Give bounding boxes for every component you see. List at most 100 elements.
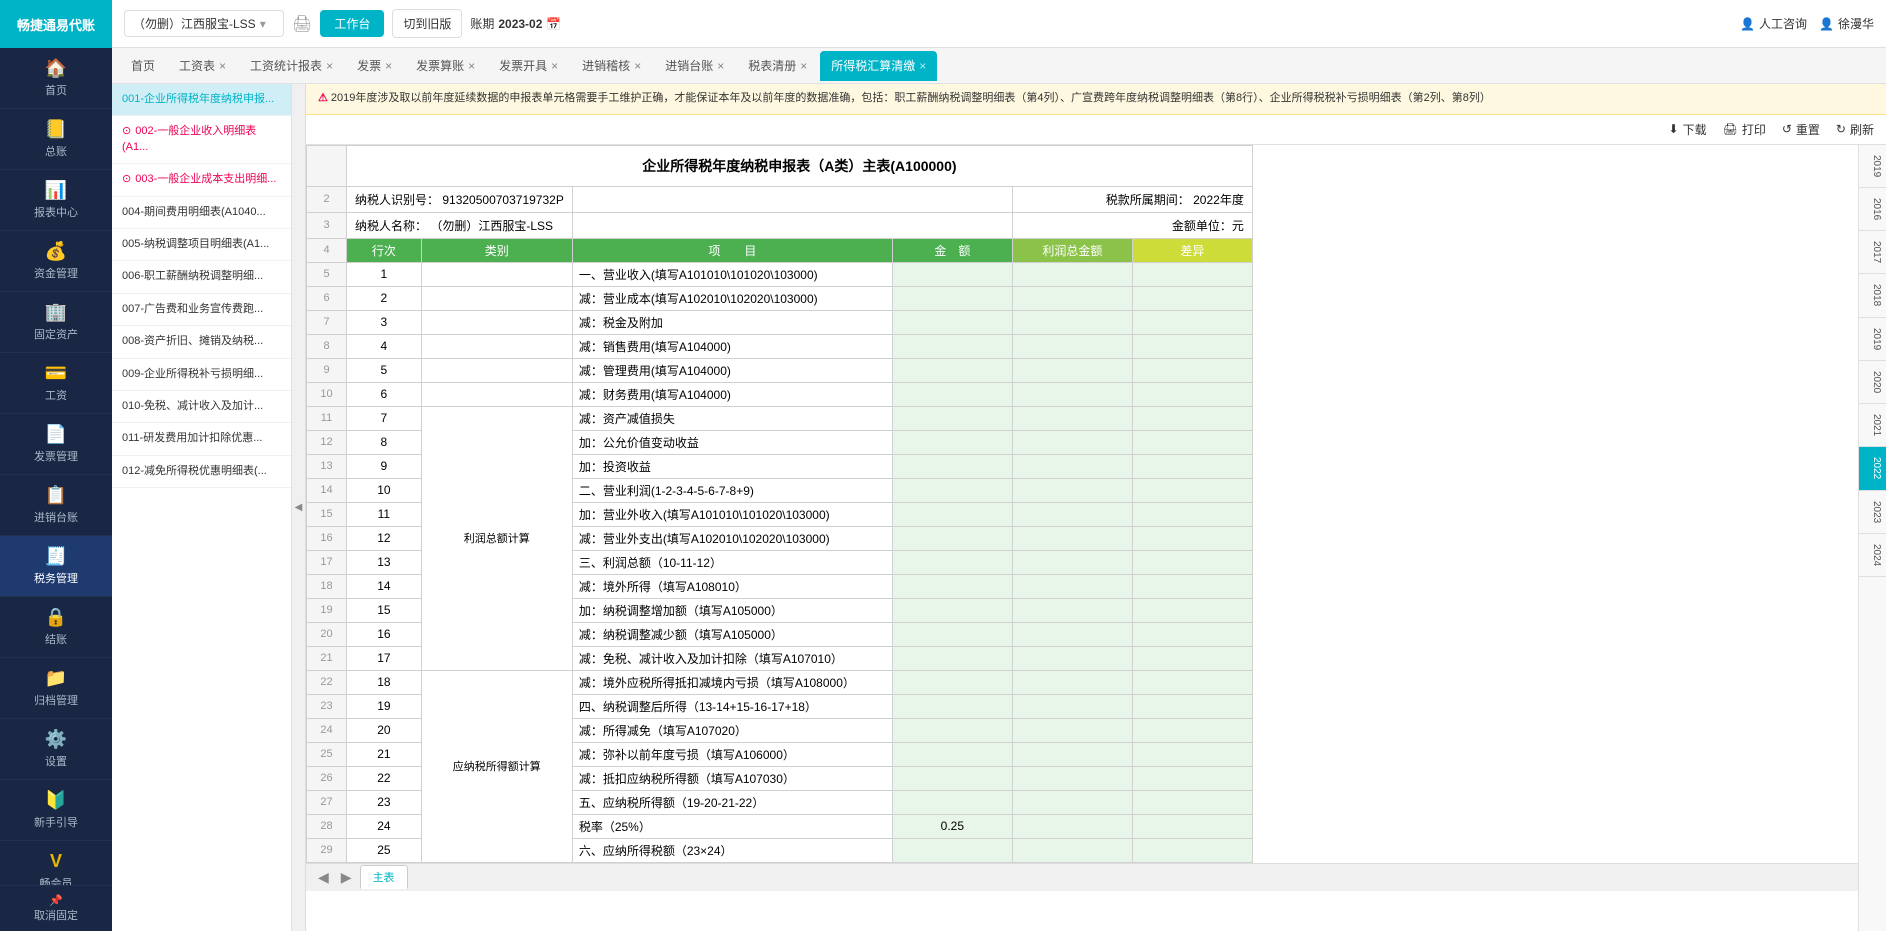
sheet-nav-next[interactable]: ▶ <box>337 867 356 888</box>
table-row: 62减：营业成本(填写A102010\102020\103000) <box>307 286 1253 310</box>
year-item-2017[interactable]: 2017 <box>1859 231 1886 274</box>
calendar-icon: 📅 <box>546 17 561 31</box>
sidebar-item-settings[interactable]: ⚙️ 设置 <box>0 719 112 780</box>
collapse-icon: ◀ <box>295 502 303 513</box>
tab-tax-clear[interactable]: 税表清册 × <box>737 51 818 81</box>
left-panel-item-004[interactable]: 004-期间费用明细表(A1040... <box>112 197 291 229</box>
table-header-row: 4 行次 类别 项 目 金 额 利润总金额 差异 <box>307 238 1253 262</box>
tax-icon: 🧾 <box>45 546 67 567</box>
spreadsheet-main[interactable]: 企业所得税年度纳税申报表（A类）主表(A100000) 2 纳税人识别号： 91… <box>306 145 1858 931</box>
sheet-tab-bar: ◀ ▶ 主表 <box>306 863 1858 891</box>
year-item-2019a[interactable]: 2019 <box>1859 145 1886 188</box>
year-item-2018[interactable]: 2018 <box>1859 274 1886 317</box>
fund-icon: 💰 <box>45 241 67 262</box>
left-panel-item-005[interactable]: 005-纳税调整项目明细表(A1... <box>112 229 291 261</box>
download-icon: ⬇ <box>1669 122 1679 136</box>
table-title-row: 企业所得税年度纳税申报表（A类）主表(A100000) <box>307 145 1253 186</box>
tab-close-sales-ledger[interactable]: × <box>717 59 724 73</box>
user-profile[interactable]: 👤 徐漫华 <box>1819 15 1874 32</box>
year-item-2020[interactable]: 2020 <box>1859 361 1886 404</box>
sheet-nav-prev[interactable]: ◀ <box>314 867 333 888</box>
home-icon: 🏠 <box>45 58 67 79</box>
col-header-category: 类别 <box>421 238 572 262</box>
book-icon: 📒 <box>45 119 67 140</box>
left-panel-item-002[interactable]: ⊙002-一般企业收入明细表(A1... <box>112 116 291 164</box>
tab-close-payroll[interactable]: × <box>219 59 226 73</box>
year-item-2016[interactable]: 2016 <box>1859 188 1886 231</box>
left-panel-item-008[interactable]: 008-资产折旧、摊销及纳税... <box>112 326 291 358</box>
sidebar-item-sales-ledger[interactable]: 📋 进销台账 <box>0 475 112 536</box>
sidebar-item-fixed-assets[interactable]: 🏢 固定资产 <box>0 292 112 353</box>
switch-button[interactable]: 切到旧版 <box>392 9 462 38</box>
tab-payroll-stats[interactable]: 工资统计报表 × <box>239 51 344 81</box>
col-header-profit: 利润总金额 <box>1012 238 1132 262</box>
year-item-2019b[interactable]: 2019 <box>1859 318 1886 361</box>
tab-payroll[interactable]: 工资表 × <box>168 51 237 81</box>
table-row: 117利润总额计算减：资产减值损失 <box>307 406 1253 430</box>
table-info-row-1: 2 纳税人识别号： 91320500703719732P 税款所属期间： 202… <box>307 186 1253 212</box>
tab-home[interactable]: 首页 <box>120 51 166 81</box>
tab-close-invoice-open[interactable]: × <box>551 59 558 73</box>
table-title: 企业所得税年度纳税申报表（A类）主表(A100000) <box>347 145 1253 186</box>
sidebar-item-invoice-mgmt[interactable]: 📄 发票管理 <box>0 414 112 475</box>
sidebar-item-tax-mgmt[interactable]: 🧾 税务管理 <box>0 536 112 597</box>
building-icon: 🏢 <box>45 302 67 323</box>
tab-close-income-tax[interactable]: × <box>919 59 926 73</box>
col-header-item: 项 目 <box>572 238 892 262</box>
tab-sales-check[interactable]: 进销稽核 × <box>571 51 652 81</box>
gear-icon: ⚙️ <box>45 729 67 750</box>
panel-collapse-toggle[interactable]: ◀ <box>292 84 306 931</box>
left-panel-item-011[interactable]: 011-研发费用加计扣除优惠... <box>112 423 291 455</box>
tab-income-tax[interactable]: 所得税汇算清缴 × <box>820 51 937 81</box>
download-button[interactable]: ⬇ 下载 <box>1669 121 1707 138</box>
year-sidebar: 2019 2016 2017 2018 2019 2020 2021 2022 … <box>1858 145 1886 931</box>
table-row: 106减：财务费用(填写A104000) <box>307 382 1253 406</box>
left-panel-item-007[interactable]: 007-广告费和业务宣传费跑... <box>112 294 291 326</box>
tab-bar: 首页 工资表 × 工资统计报表 × 发票 × 发票算账 × 发票开具 × 进销稽… <box>112 48 1886 84</box>
table-row: 84减：销售费用(填写A104000) <box>307 334 1253 358</box>
tab-invoice-open[interactable]: 发票开具 × <box>488 51 569 81</box>
tab-invoice[interactable]: 发票 × <box>346 51 403 81</box>
left-panel-item-003[interactable]: ⊙003-一般企业成本支出明细... <box>112 164 291 196</box>
chart-icon: 📊 <box>45 180 67 201</box>
lock-icon: 🔒 <box>45 607 67 628</box>
sidebar-item-member[interactable]: V 畅会员 <box>0 841 112 885</box>
sidebar-item-payroll[interactable]: 💳 工资 <box>0 353 112 414</box>
left-panel-item-009[interactable]: 009-企业所得税补亏损明细... <box>112 359 291 391</box>
sidebar-item-close-period[interactable]: 🔒 结账 <box>0 597 112 658</box>
tab-sales-ledger[interactable]: 进销台账 × <box>654 51 735 81</box>
year-item-2023[interactable]: 2023 <box>1859 491 1886 534</box>
sidebar-item-new-guide[interactable]: 🔰 新手引导 <box>0 780 112 841</box>
print-icon: 🖨 <box>1723 122 1738 136</box>
year-item-2022[interactable]: 2022 <box>1859 447 1886 490</box>
ai-consult-button[interactable]: 👤 人工咨询 <box>1740 15 1807 32</box>
folder-icon: 📁 <box>45 668 67 689</box>
sidebar-item-archive[interactable]: 📁 归档管理 <box>0 658 112 719</box>
tab-close-payroll-stats[interactable]: × <box>326 59 333 73</box>
left-panel-item-006[interactable]: 006-职工薪酬纳税调整明细... <box>112 261 291 293</box>
left-panel-item-012[interactable]: 012-减免所得税优惠明细表(... <box>112 456 291 488</box>
refresh-button[interactable]: ↻ 刷新 <box>1836 121 1874 138</box>
sidebar-item-general-ledger[interactable]: 📒 总账 <box>0 109 112 170</box>
left-panel-item-010[interactable]: 010-免税、减计收入及加计... <box>112 391 291 423</box>
workbench-button[interactable]: 工作台 <box>320 10 384 37</box>
sidebar-item-home[interactable]: 🏠 首页 <box>0 48 112 109</box>
reset-button[interactable]: ↺ 重置 <box>1782 121 1820 138</box>
sidebar-pin-toggle[interactable]: 📌 取消固定 <box>0 885 112 931</box>
year-item-2024[interactable]: 2024 <box>1859 534 1886 577</box>
sidebar: 畅捷通易代账 🏠 首页 📒 总账 📊 报表中心 💰 资金管理 🏢 固定资产 💳 … <box>0 0 112 931</box>
tab-close-sales-check[interactable]: × <box>634 59 641 73</box>
left-panel-item-001[interactable]: 001-企业所得税年度纳税申报... <box>112 84 291 116</box>
print-button[interactable]: 🖨 打印 <box>1723 121 1766 138</box>
table-row: 51一、营业收入(填写A101010\101020\103000) <box>307 262 1253 286</box>
year-item-2021[interactable]: 2021 <box>1859 404 1886 447</box>
sidebar-item-fund-mgmt[interactable]: 💰 资金管理 <box>0 231 112 292</box>
sidebar-item-report-center[interactable]: 📊 报表中心 <box>0 170 112 231</box>
tab-close-invoice-calc[interactable]: × <box>468 59 475 73</box>
tab-close-tax-clear[interactable]: × <box>800 59 807 73</box>
app-logo: 畅捷通易代账 <box>0 0 112 48</box>
company-selector[interactable]: （勿删）江西服宝-LSS ▾ <box>124 10 284 37</box>
tab-close-invoice[interactable]: × <box>385 59 392 73</box>
tab-invoice-calc[interactable]: 发票算账 × <box>405 51 486 81</box>
sheet-tab-main[interactable]: 主表 <box>360 865 408 889</box>
